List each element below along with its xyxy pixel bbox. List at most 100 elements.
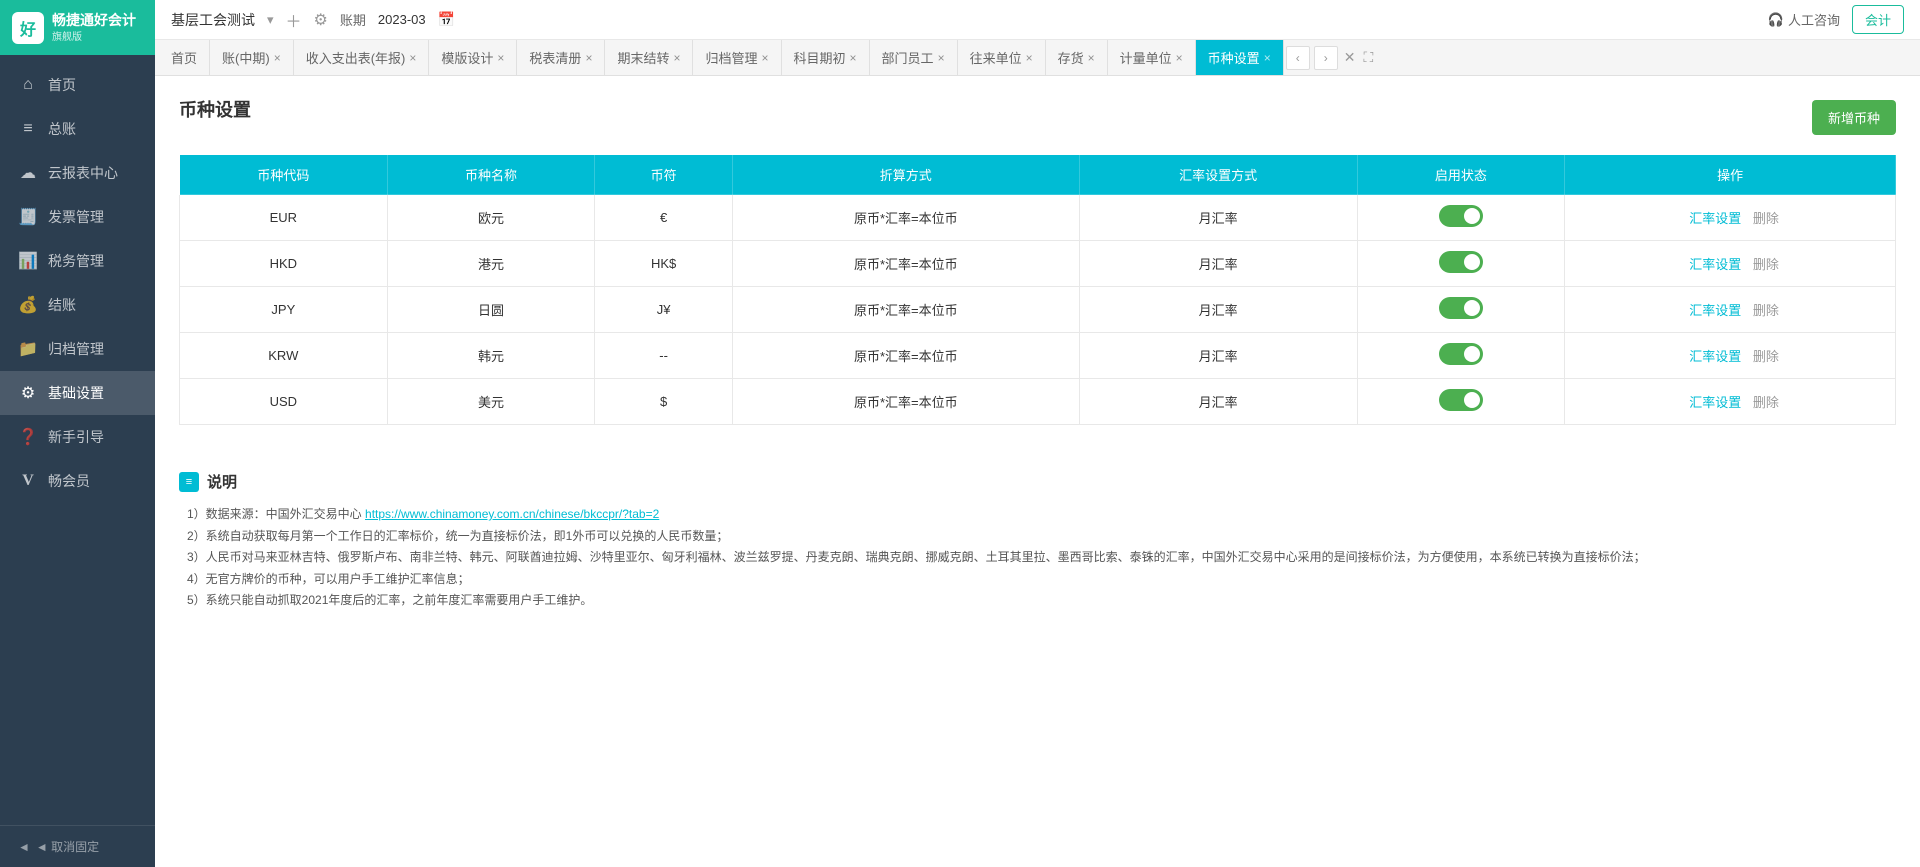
tab-subject-init[interactable]: 科目期初 × bbox=[782, 40, 870, 76]
col-header-symbol: 币符 bbox=[595, 155, 733, 195]
tab-next-button[interactable]: › bbox=[1314, 46, 1338, 70]
tab-unit[interactable]: 计量单位 × bbox=[1108, 40, 1196, 76]
tab-home[interactable]: 首页 bbox=[159, 40, 210, 76]
table-row: KRW 韩元 -- 原币*汇率=本位币 月汇率 汇率设置 删除 bbox=[180, 333, 1896, 379]
sidebar-item-guide[interactable]: ❓ 新手引导 bbox=[0, 415, 155, 459]
delete-link[interactable]: 删除 bbox=[1753, 395, 1779, 410]
company-dropdown-icon[interactable]: ▾ bbox=[267, 12, 274, 28]
cell-status[interactable] bbox=[1357, 241, 1565, 287]
new-currency-button[interactable]: 新增币种 bbox=[1812, 100, 1896, 135]
table-row: EUR 欧元 € 原币*汇率=本位币 月汇率 汇率设置 删除 bbox=[180, 195, 1896, 241]
sidebar-item-reports[interactable]: ☁ 云报表中心 bbox=[0, 151, 155, 195]
cell-status[interactable] bbox=[1357, 287, 1565, 333]
col-header-code: 币种代码 bbox=[180, 155, 388, 195]
tab-close-period[interactable]: × bbox=[673, 51, 680, 65]
tab-close-midterm[interactable]: × bbox=[274, 51, 281, 65]
cell-symbol: $ bbox=[595, 379, 733, 425]
expand-tabs-button[interactable]: ⛶ bbox=[1363, 49, 1373, 66]
notes-item: 2）系统自动获取每月第一个工作日的汇率标价，统一为直接标价法，即1外币可以兑换的… bbox=[187, 526, 1896, 548]
toggle-enabled[interactable] bbox=[1439, 389, 1483, 411]
sidebar-item-tax[interactable]: 📊 税务管理 bbox=[0, 239, 155, 283]
sidebar-item-archive[interactable]: 📁 归档管理 bbox=[0, 327, 155, 371]
sidebar: 好 畅捷通好会计 旗舰版 ⌂ 首页 ≡ 总账 ☁ 云报表中心 🧾 发票管理 📊 … bbox=[0, 0, 155, 867]
col-header-rate-type: 汇率设置方式 bbox=[1079, 155, 1357, 195]
tab-period-end[interactable]: 期末结转 × bbox=[605, 40, 693, 76]
cell-rate-type: 月汇率 bbox=[1079, 241, 1357, 287]
tab-close-contacts[interactable]: × bbox=[1026, 51, 1033, 65]
sidebar-item-ledger[interactable]: ≡ 总账 bbox=[0, 107, 155, 151]
tax-icon: 📊 bbox=[18, 251, 38, 271]
col-header-name: 币种名称 bbox=[387, 155, 595, 195]
rate-setting-link[interactable]: 汇率设置 bbox=[1689, 303, 1741, 318]
sidebar-item-home[interactable]: ⌂ 首页 bbox=[0, 63, 155, 107]
basic-icon: ⚙ bbox=[18, 383, 38, 403]
toggle-enabled[interactable] bbox=[1439, 343, 1483, 365]
cell-status[interactable] bbox=[1357, 333, 1565, 379]
notes-section: ≡ 说明 1）数据来源：中国外汇交易中心 https://www.chinamo… bbox=[179, 455, 1896, 628]
rate-setting-link[interactable]: 汇率设置 bbox=[1689, 349, 1741, 364]
col-header-actions: 操作 bbox=[1565, 155, 1896, 195]
logo-icon: 好 bbox=[12, 12, 44, 44]
cell-actions: 汇率设置 删除 bbox=[1565, 241, 1896, 287]
tab-close-inventory[interactable]: × bbox=[1088, 51, 1095, 65]
delete-link[interactable]: 删除 bbox=[1753, 257, 1779, 272]
notes-link[interactable]: https://www.chinamoney.com.cn/chinese/bk… bbox=[365, 507, 659, 521]
toggle-enabled[interactable] bbox=[1439, 297, 1483, 319]
tab-close-unit[interactable]: × bbox=[1176, 51, 1183, 65]
cell-rate-type: 月汇率 bbox=[1079, 195, 1357, 241]
tab-midterm[interactable]: 账(中期) × bbox=[210, 40, 294, 76]
tab-close-tax[interactable]: × bbox=[585, 51, 592, 65]
cell-code: KRW bbox=[180, 333, 388, 379]
support-button[interactable]: 🎧 人工咨询 bbox=[1768, 10, 1840, 29]
tabs-bar: 首页 账(中期) × 收入支出表(年报) × 模版设计 × 税表清册 × 期末结… bbox=[155, 40, 1920, 76]
header-right: 🎧 人工咨询 会计 bbox=[1768, 5, 1904, 34]
home-icon: ⌂ bbox=[18, 76, 38, 94]
invoice-icon: 🧾 bbox=[18, 207, 38, 227]
cell-status[interactable] bbox=[1357, 379, 1565, 425]
sidebar-item-member[interactable]: V 畅会员 bbox=[0, 459, 155, 503]
toggle-enabled[interactable] bbox=[1439, 251, 1483, 273]
tab-close-annual[interactable]: × bbox=[409, 51, 416, 65]
account-button[interactable]: 会计 bbox=[1852, 5, 1904, 34]
cell-method: 原币*汇率=本位币 bbox=[732, 379, 1079, 425]
tab-close-subject[interactable]: × bbox=[850, 51, 857, 65]
add-company-button[interactable]: ＋ bbox=[286, 8, 302, 32]
sidebar-item-invoice[interactable]: 🧾 发票管理 bbox=[0, 195, 155, 239]
tab-close-dept[interactable]: × bbox=[938, 51, 945, 65]
tab-prev-button[interactable]: ‹ bbox=[1286, 46, 1310, 70]
tab-contacts[interactable]: 往来单位 × bbox=[958, 40, 1046, 76]
sidebar-pin-toggle[interactable]: ◄ ◄ 取消固定 bbox=[0, 825, 155, 867]
tab-archive[interactable]: 归档管理 × bbox=[693, 40, 781, 76]
tab-template[interactable]: 模版设计 × bbox=[429, 40, 517, 76]
cell-status[interactable] bbox=[1357, 195, 1565, 241]
archive-icon: 📁 bbox=[18, 339, 38, 359]
tab-currency[interactable]: 币种设置 × bbox=[1196, 40, 1284, 76]
table-row: HKD 港元 HK$ 原币*汇率=本位币 月汇率 汇率设置 删除 bbox=[180, 241, 1896, 287]
main-area: 基层工会测试 ▾ ＋ ⚙ 账期 2023-03 📅 🎧 人工咨询 会计 首页 账… bbox=[155, 0, 1920, 867]
rate-setting-link[interactable]: 汇率设置 bbox=[1689, 211, 1741, 226]
sidebar-item-settle[interactable]: 💰 结账 bbox=[0, 283, 155, 327]
tab-close-template[interactable]: × bbox=[497, 51, 504, 65]
settings-icon[interactable]: ⚙ bbox=[314, 10, 328, 30]
cell-name: 日圆 bbox=[387, 287, 595, 333]
calendar-icon[interactable]: 📅 bbox=[438, 11, 455, 28]
period-value: 2023-03 bbox=[378, 12, 426, 27]
cell-rate-type: 月汇率 bbox=[1079, 333, 1357, 379]
cell-code: HKD bbox=[180, 241, 388, 287]
tab-close-currency[interactable]: × bbox=[1264, 51, 1271, 65]
delete-link[interactable]: 删除 bbox=[1753, 303, 1779, 318]
tab-inventory[interactable]: 存货 × bbox=[1046, 40, 1108, 76]
tab-department[interactable]: 部门员工 × bbox=[870, 40, 958, 76]
sidebar-item-basic[interactable]: ⚙ 基础设置 bbox=[0, 371, 155, 415]
tab-tax-table[interactable]: 税表清册 × bbox=[517, 40, 605, 76]
close-all-tabs-button[interactable]: ✕ bbox=[1344, 49, 1356, 66]
tab-close-archive[interactable]: × bbox=[762, 51, 769, 65]
toggle-enabled[interactable] bbox=[1439, 205, 1483, 227]
cell-method: 原币*汇率=本位币 bbox=[732, 241, 1079, 287]
tab-annual-report[interactable]: 收入支出表(年报) × bbox=[294, 40, 430, 76]
delete-link[interactable]: 删除 bbox=[1753, 211, 1779, 226]
rate-setting-link[interactable]: 汇率设置 bbox=[1689, 257, 1741, 272]
rate-setting-link[interactable]: 汇率设置 bbox=[1689, 395, 1741, 410]
delete-link[interactable]: 删除 bbox=[1753, 349, 1779, 364]
notes-item: 1）数据来源：中国外汇交易中心 https://www.chinamoney.c… bbox=[187, 504, 1896, 526]
